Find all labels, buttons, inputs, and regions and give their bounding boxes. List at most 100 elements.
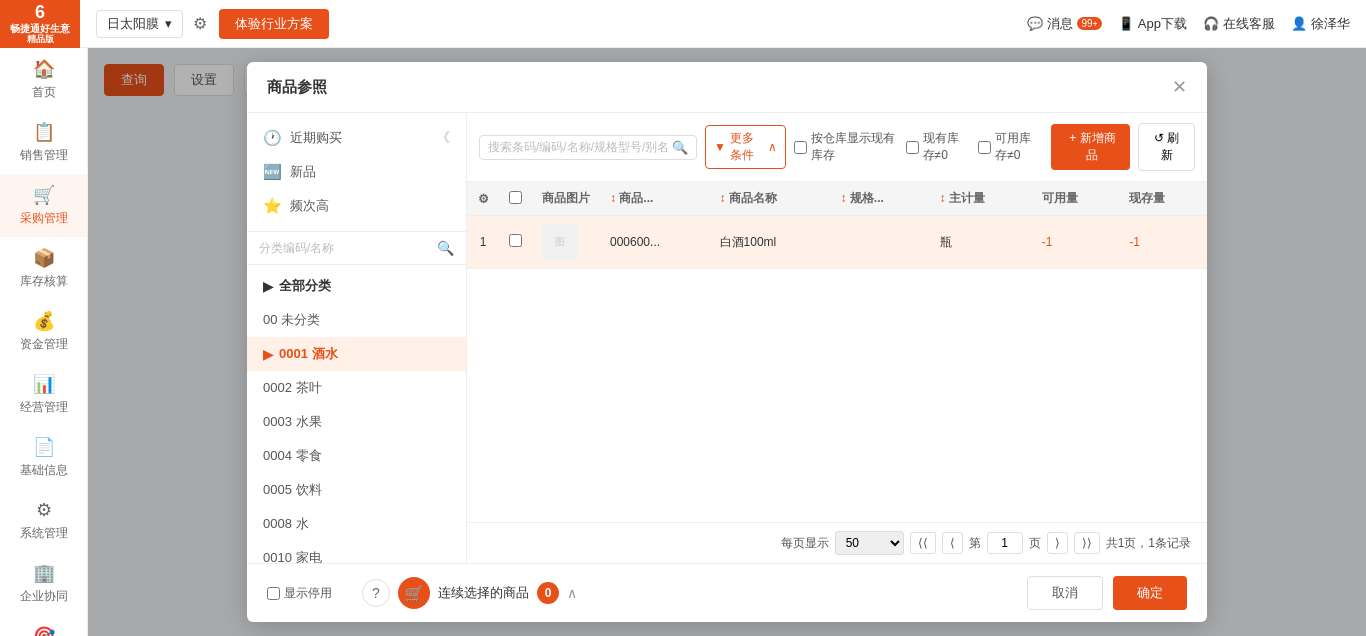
row-checkbox[interactable] [509, 234, 522, 247]
store-name: 日太阳膜 [107, 15, 159, 33]
checkbox-available-neq0[interactable]: 可用库存≠0 [978, 130, 1043, 164]
row-name: 白酒100ml [710, 216, 831, 269]
category-item-liquor[interactable]: ▶ 0001 酒水 [247, 337, 466, 371]
per-page-select[interactable]: 50 10 20 100 [835, 531, 904, 555]
category-item-drinks[interactable]: 0005 饮料 [247, 473, 466, 507]
chevron-up-icon[interactable]: ∧ [567, 585, 577, 601]
page-total-label: 共1页，1条记录 [1106, 535, 1191, 552]
top-nav: 6 畅捷通好生意 精品版 日太阳膜 ▾ ⚙ 体验行业方案 💬 消息 99+ 📱 … [0, 0, 1366, 48]
category-label-0003: 0003 水果 [263, 413, 322, 431]
available-neq0-label: 可用库存≠0 [995, 130, 1043, 164]
store-selector[interactable]: 日太阳膜 ▾ [96, 10, 183, 38]
sidebar-item-operations[interactable]: 📊 经营管理 [0, 363, 87, 426]
star-icon: ⭐ [263, 197, 282, 215]
checkbox-stock-neq0[interactable]: 现有库存≠0 [906, 130, 971, 164]
guide-icon: 🎯 [33, 625, 55, 636]
th-check [499, 182, 532, 216]
category-list: ▶ 全部分类 00 未分类 ▶ 0001 酒水 0002 茶 [247, 265, 466, 563]
page-next-button[interactable]: ⟩ [1047, 532, 1068, 554]
top-right-nav: 💬 消息 99+ 📱 App下载 🎧 在线客服 👤 徐泽华 [1027, 15, 1350, 33]
inventory-icon: 📦 [33, 247, 55, 269]
warehouse-checkbox[interactable] [794, 141, 807, 154]
page-first-button[interactable]: ⟨⟨ [910, 532, 936, 554]
table-row[interactable]: 1 图 000600... [467, 216, 1207, 269]
product-search-box: 🔍 [479, 135, 697, 160]
category-search-input[interactable] [259, 241, 437, 255]
product-search-icon[interactable]: 🔍 [672, 140, 688, 155]
support-label: 在线客服 [1223, 15, 1275, 33]
sales-icon: 📋 [33, 121, 55, 143]
category-item-unclassified[interactable]: 00 未分类 [247, 303, 466, 337]
cart-text: 连续选择的商品 [438, 584, 529, 602]
nav-support[interactable]: 🎧 在线客服 [1203, 15, 1275, 33]
more-filter-button[interactable]: ▼ 更多条件 ∧ [705, 125, 786, 169]
select-all-checkbox[interactable] [509, 191, 522, 204]
th-img: 商品图片 [532, 182, 600, 216]
category-label-0002: 0002 茶叶 [263, 379, 322, 397]
sidebar-item-system[interactable]: ⚙ 系统管理 [0, 489, 87, 552]
sidebar-item-purchase[interactable]: 🛒 采购管理 [0, 174, 87, 237]
available-neq0-checkbox[interactable] [978, 141, 991, 154]
operations-icon: 📊 [33, 373, 55, 395]
category-item-tea[interactable]: 0002 茶叶 [247, 371, 466, 405]
page-prev-button[interactable]: ⟨ [942, 532, 963, 554]
sidebar-item-guide[interactable]: 🎯 新手引导 [0, 615, 87, 636]
nav-messages[interactable]: 💬 消息 99+ [1027, 15, 1101, 33]
tab-new-products[interactable]: 🆕 新品 [247, 155, 466, 189]
category-item-snacks[interactable]: 0004 零食 [247, 439, 466, 473]
refresh-button[interactable]: ↺ 刷新 [1138, 123, 1195, 171]
add-product-button[interactable]: + 新增商品 [1051, 124, 1130, 170]
category-item-fruit[interactable]: 0003 水果 [247, 405, 466, 439]
th-code[interactable]: ↕ 商品... [600, 182, 710, 216]
settings-icon[interactable]: ⚙ [193, 14, 207, 33]
new-icon: 🆕 [263, 163, 282, 181]
confirm-button[interactable]: 确定 [1113, 576, 1187, 610]
cart-icon-button[interactable]: 🛒 [398, 577, 430, 609]
stock-neq0-checkbox[interactable] [906, 141, 919, 154]
tab-new-label: 新品 [290, 163, 316, 181]
category-all[interactable]: ▶ 全部分类 [247, 269, 466, 303]
nav-app-download[interactable]: 📱 App下载 [1118, 15, 1187, 33]
category-search-icon[interactable]: 🔍 [437, 240, 454, 256]
cancel-button[interactable]: 取消 [1027, 576, 1103, 610]
modal-close-button[interactable]: ✕ [1172, 76, 1187, 98]
tab-frequent[interactable]: ⭐ 频次高 [247, 189, 466, 223]
row-check[interactable] [499, 216, 532, 269]
th-spec[interactable]: ↕ 规格... [831, 182, 930, 216]
disabled-checkbox[interactable] [267, 587, 280, 600]
logo-line1: 畅捷通好生意 [10, 23, 70, 34]
th-unit[interactable]: ↕ 主计量 [930, 182, 1032, 216]
tab-recent-purchase[interactable]: 🕐 近期购买 《 [247, 121, 466, 155]
row-code: 000600... [600, 216, 710, 269]
purchase-icon: 🛒 [33, 184, 55, 206]
sidebar-item-base-info[interactable]: 📄 基础信息 [0, 426, 87, 489]
sort-spec-icon: ↕ [841, 191, 847, 205]
collapse-icon[interactable]: 《 [436, 129, 450, 147]
cta-button[interactable]: 体验行业方案 [219, 9, 329, 39]
checkbox-by-warehouse[interactable]: 按仓库显示现有库存 [794, 130, 897, 164]
table-header-row: ⚙ 商品图片 ↕ 商品... [467, 182, 1207, 216]
nav-user[interactable]: 👤 徐泽华 [1291, 15, 1350, 33]
sidebar-item-collab[interactable]: 🏢 企业协同 [0, 552, 87, 615]
th-name[interactable]: ↕ 商品名称 [710, 182, 831, 216]
row-stock: -1 [1119, 216, 1207, 269]
show-disabled-checkbox[interactable]: 显示停用 [267, 585, 332, 602]
modal-left-tabs: 🕐 近期购买 《 🆕 新品 ⭐ 频次高 [247, 113, 466, 232]
sidebar-item-home[interactable]: 🏠 首页 [0, 48, 87, 111]
sidebar-item-finance[interactable]: 💰 资金管理 [0, 300, 87, 363]
clock-icon: 🕐 [263, 129, 282, 147]
category-item-water[interactable]: 0008 水 [247, 507, 466, 541]
sidebar-item-inventory[interactable]: 📦 库存核算 [0, 237, 87, 300]
baseinfo-icon: 📄 [33, 436, 55, 458]
page-number-input[interactable] [987, 532, 1023, 554]
modal-footer: 显示停用 ? 🛒 连续选择的商品 0 ∧ 取消 确定 [247, 563, 1207, 622]
sidebar-label-purchase: 采购管理 [20, 210, 68, 227]
content-area: 查询 设置 ↺ 刷新 商品参照 ✕ 🕐 [88, 48, 1366, 636]
category-item-appliances[interactable]: 0010 家电 [247, 541, 466, 563]
modal-title: 商品参照 [267, 78, 327, 97]
category-label-0004: 0004 零食 [263, 447, 322, 465]
page-last-button[interactable]: ⟩⟩ [1074, 532, 1100, 554]
product-search-input[interactable] [488, 140, 668, 154]
help-icon[interactable]: ? [362, 579, 390, 607]
sidebar-item-sales[interactable]: 📋 销售管理 [0, 111, 87, 174]
